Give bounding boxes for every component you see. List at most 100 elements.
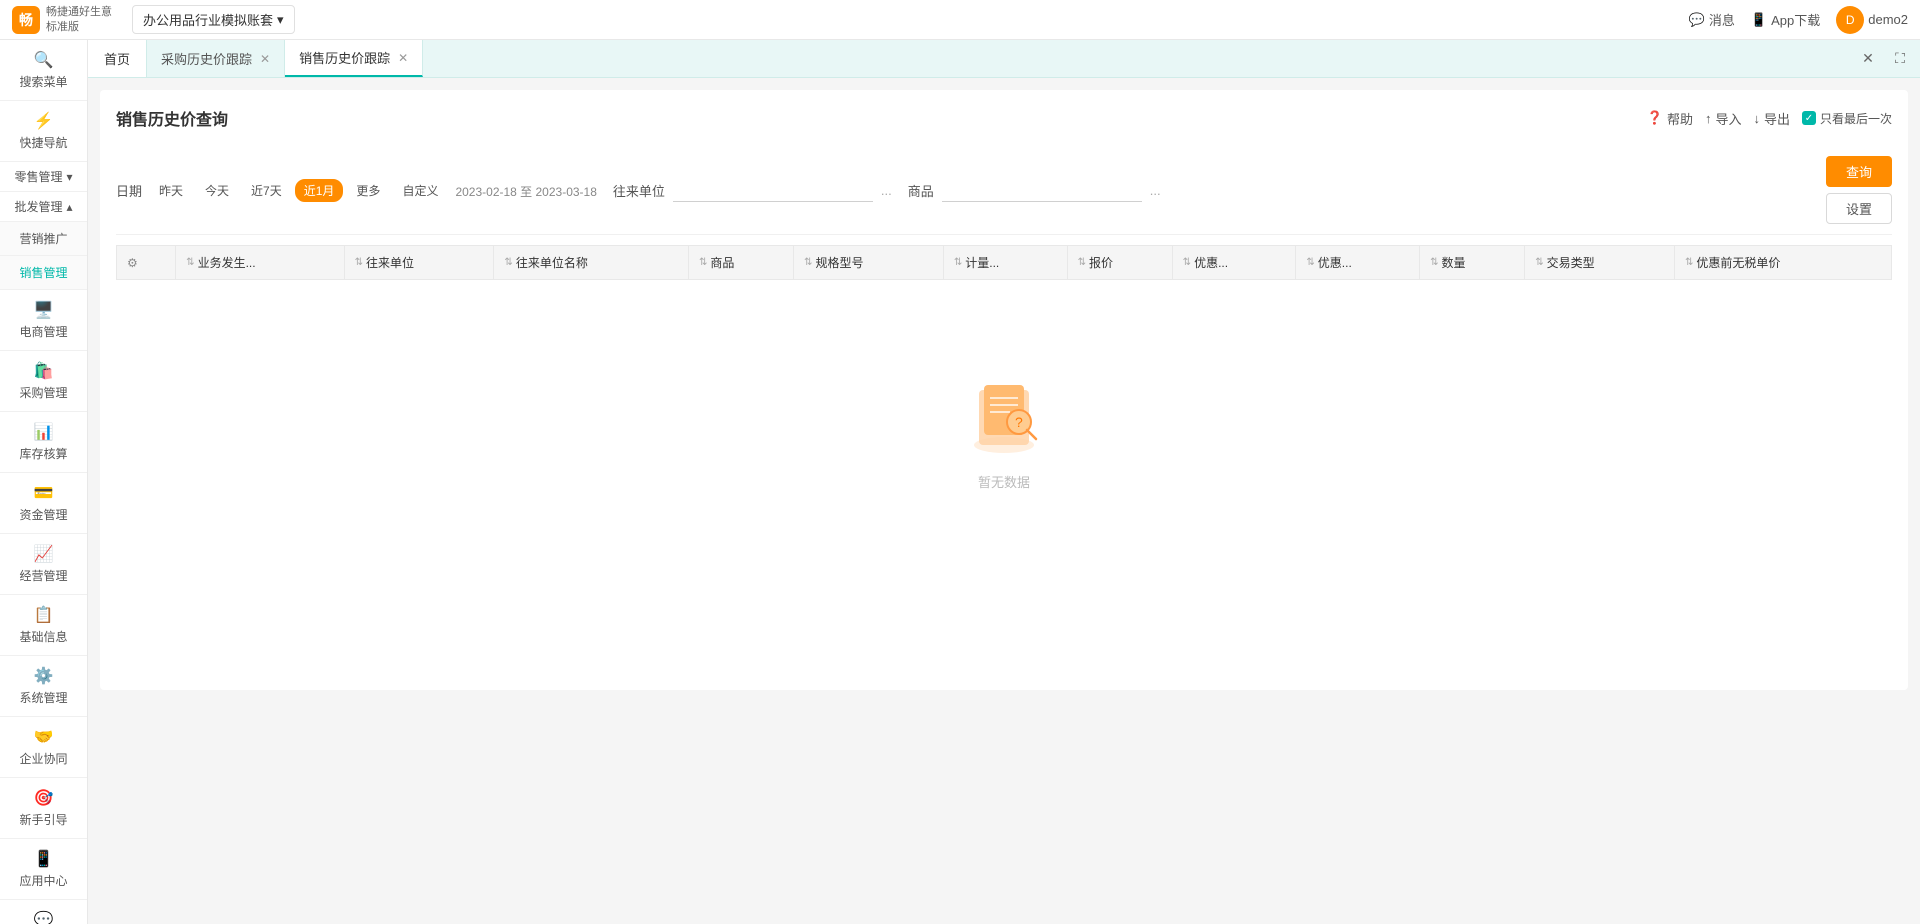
search-icon: 🔍 bbox=[34, 50, 54, 70]
help-btn[interactable]: ❓ 帮助 bbox=[1647, 109, 1693, 128]
filter-area: 日期 昨天 今天 近7天 近1月 更多 自定义 2023-02-18 至 202… bbox=[116, 146, 1892, 235]
table-header: ⚙ ⇅ 业务发生... ⇅ 往来单 bbox=[117, 246, 1892, 280]
sidebar-item-purchase[interactable]: 🛍️ 采购管理 bbox=[0, 351, 87, 412]
import-icon: ↑ bbox=[1705, 111, 1712, 126]
th-discount2[interactable]: ⇅ 优惠... bbox=[1296, 246, 1420, 280]
app-download-btn[interactable]: 📱 App下载 bbox=[1751, 10, 1820, 29]
date-range-display: 2023-02-18 至 2023-03-18 bbox=[455, 183, 596, 200]
tab-sales-history-close[interactable]: ✕ bbox=[398, 51, 408, 65]
empty-text: 暂无数据 bbox=[978, 472, 1030, 491]
avatar: D bbox=[1836, 6, 1864, 34]
phone-icon: 📱 bbox=[1751, 12, 1767, 28]
th-discount1[interactable]: ⇅ 优惠... bbox=[1172, 246, 1296, 280]
export-icon: ↓ bbox=[1753, 111, 1760, 126]
page-header-actions: ❓ 帮助 ↑ 导入 ↓ 导出 ✓ 只看最后一次 bbox=[1647, 109, 1892, 128]
date-btn-1month[interactable]: 近1月 bbox=[295, 179, 344, 202]
sidebar-item-guide[interactable]: 🎯 新手引导 bbox=[0, 778, 87, 839]
maximize-btn[interactable]: ⛶ bbox=[1888, 47, 1912, 71]
checkbox-check-icon: ✓ bbox=[1802, 111, 1816, 125]
th-partner-code[interactable]: ⇅ 往来单位 bbox=[344, 246, 494, 280]
tab-sales-history[interactable]: 销售历史价跟踪 ✕ bbox=[285, 40, 423, 77]
inventory-icon: 📊 bbox=[34, 422, 54, 442]
finance-icon: 💳 bbox=[34, 483, 54, 503]
filter-buttons: 查询 设置 bbox=[1826, 156, 1892, 224]
setting-button[interactable]: 设置 bbox=[1826, 193, 1892, 224]
product-label: 商品 bbox=[908, 181, 934, 200]
help-icon: ❓ bbox=[1647, 110, 1663, 126]
cooperation-icon: 🤝 bbox=[34, 727, 54, 747]
sidebar-item-inventory[interactable]: 📊 库存核算 bbox=[0, 412, 87, 473]
empty-state: ? 暂无数据 bbox=[116, 280, 1892, 571]
tab-purchase-history[interactable]: 采购历史价跟踪 ✕ bbox=[147, 40, 285, 77]
partner-dots[interactable]: ... bbox=[881, 183, 892, 198]
wechat-icon: 💬 bbox=[34, 910, 54, 924]
sort-icon: ⇅ bbox=[1430, 257, 1438, 268]
product-filter: 商品 ... bbox=[908, 178, 1161, 202]
close-all-tabs-btn[interactable]: ✕ bbox=[1856, 47, 1880, 71]
product-dots[interactable]: ... bbox=[1150, 183, 1161, 198]
data-table: ⚙ ⇅ 业务发生... ⇅ 往来单 bbox=[116, 245, 1892, 280]
content-area: 首页 采购历史价跟踪 ✕ 销售历史价跟踪 ✕ ✕ ⛶ 销售历史价查询 bbox=[88, 40, 1920, 924]
sidebar-item-shortcut[interactable]: ⚡ 快捷导航 bbox=[0, 101, 87, 162]
tab-purchase-history-close[interactable]: ✕ bbox=[260, 52, 270, 66]
partner-filter: 往来单位 ... bbox=[613, 178, 892, 202]
sidebar-item-apps[interactable]: 📱 应用中心 bbox=[0, 839, 87, 900]
th-quote[interactable]: ⇅ 报价 bbox=[1067, 246, 1172, 280]
sidebar-item-wholesale[interactable]: 批发管理 ▴ bbox=[0, 192, 87, 222]
th-product[interactable]: ⇅ 商品 bbox=[688, 246, 793, 280]
date-options: 昨天 今天 近7天 近1月 更多 自定义 bbox=[150, 179, 447, 202]
date-label: 日期 bbox=[116, 181, 142, 200]
sidebar-item-operation[interactable]: 📈 经营管理 bbox=[0, 534, 87, 595]
page-header: 销售历史价查询 ❓ 帮助 ↑ 导入 ↓ 导出 bbox=[116, 106, 1892, 130]
page-content: 销售历史价查询 ❓ 帮助 ↑ 导入 ↓ 导出 bbox=[88, 78, 1920, 924]
date-btn-7days[interactable]: 近7天 bbox=[242, 179, 291, 202]
sidebar-item-wechat[interactable]: 💬 企业微信 bbox=[0, 900, 87, 924]
date-btn-more[interactable]: 更多 bbox=[347, 179, 389, 202]
sidebar-item-ecommerce[interactable]: 🖥️ 电商管理 bbox=[0, 290, 87, 351]
th-quantity[interactable]: ⇅ 数量 bbox=[1420, 246, 1525, 280]
partner-input[interactable] bbox=[673, 178, 873, 202]
ecommerce-icon: 🖥️ bbox=[34, 300, 54, 320]
sort-icon: ⇅ bbox=[504, 257, 512, 268]
message-icon: 💬 bbox=[1689, 12, 1705, 28]
sidebar-item-cooperation[interactable]: 🤝 企业协同 bbox=[0, 717, 87, 778]
th-trade-type[interactable]: ⇅ 交易类型 bbox=[1525, 246, 1675, 280]
sidebar-item-finance[interactable]: 💳 资金管理 bbox=[0, 473, 87, 534]
sidebar-item-search[interactable]: 🔍 搜索菜单 bbox=[0, 40, 87, 101]
apps-icon: 📱 bbox=[34, 849, 54, 869]
sidebar-item-retail[interactable]: 零售管理 ▾ bbox=[0, 162, 87, 192]
date-btn-today[interactable]: 今天 bbox=[196, 179, 238, 202]
logo-text: 畅捷通好生意 标准版 bbox=[46, 5, 112, 34]
export-btn[interactable]: ↓ 导出 bbox=[1753, 109, 1790, 128]
date-btn-yesterday[interactable]: 昨天 bbox=[150, 179, 192, 202]
system-icon: ⚙️ bbox=[34, 666, 54, 686]
sidebar-item-system[interactable]: ⚙️ 系统管理 bbox=[0, 656, 87, 717]
shortcut-icon: ⚡ bbox=[34, 111, 54, 131]
th-no-tax-price[interactable]: ⇅ 优惠前无税单价 bbox=[1675, 246, 1892, 280]
sort-icon: ⇅ bbox=[1078, 257, 1086, 268]
import-btn[interactable]: ↑ 导入 bbox=[1705, 109, 1742, 128]
sidebar-item-basic[interactable]: 📋 基础信息 bbox=[0, 595, 87, 656]
sort-icon: ⇅ bbox=[1685, 257, 1693, 268]
date-filter-row: 日期 昨天 今天 近7天 近1月 更多 自定义 bbox=[116, 179, 447, 202]
product-input[interactable] bbox=[942, 178, 1142, 202]
tab-home[interactable]: 首页 bbox=[88, 40, 147, 77]
th-gear[interactable]: ⚙ bbox=[117, 246, 176, 280]
company-selector[interactable]: 办公用品行业模拟账套 ▾ bbox=[132, 5, 295, 34]
last-only-checkbox[interactable]: ✓ 只看最后一次 bbox=[1802, 110, 1892, 127]
query-button[interactable]: 查询 bbox=[1826, 156, 1892, 187]
sidebar-item-sales[interactable]: 销售管理 bbox=[0, 256, 87, 290]
th-biz-date[interactable]: ⇅ 业务发生... bbox=[176, 246, 344, 280]
sort-icon: ⇅ bbox=[1535, 257, 1543, 268]
th-unit[interactable]: ⇅ 计量... bbox=[943, 246, 1067, 280]
message-btn[interactable]: 💬 消息 bbox=[1689, 10, 1735, 29]
user-menu[interactable]: D demo2 bbox=[1836, 6, 1908, 34]
logo-area: 畅 畅捷通好生意 标准版 bbox=[12, 5, 112, 34]
top-bar-right: 💬 消息 📱 App下载 D demo2 bbox=[1689, 6, 1908, 34]
operation-icon: 📈 bbox=[34, 544, 54, 564]
th-partner-name[interactable]: ⇅ 往来单位名称 bbox=[494, 246, 689, 280]
sidebar: 🔍 搜索菜单 ⚡ 快捷导航 零售管理 ▾ 批发管理 ▴ 营销推广 销售管理 🖥️… bbox=[0, 40, 88, 924]
sidebar-item-marketing[interactable]: 营销推广 bbox=[0, 222, 87, 256]
date-btn-custom[interactable]: 自定义 bbox=[393, 179, 447, 202]
th-spec[interactable]: ⇅ 规格型号 bbox=[794, 246, 944, 280]
